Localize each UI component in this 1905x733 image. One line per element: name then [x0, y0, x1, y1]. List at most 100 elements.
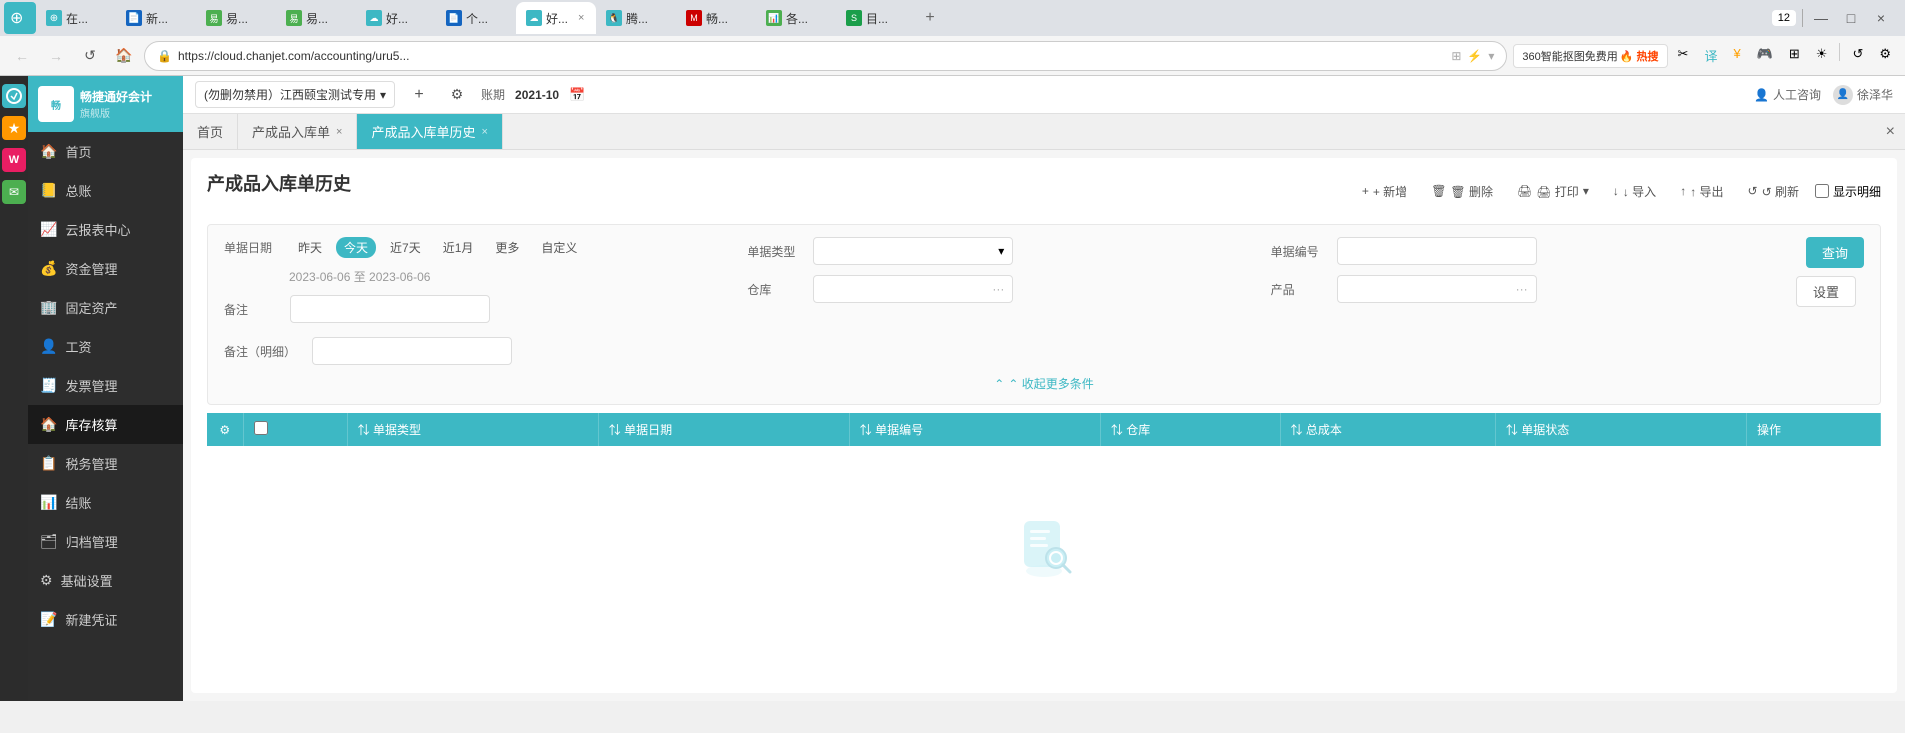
sidebar-item-payroll[interactable]: 👤 工资	[28, 327, 183, 366]
icon-sidebar-weibo[interactable]: W	[2, 148, 26, 172]
show-detail-checkbox[interactable]	[1815, 184, 1829, 198]
tab-yi2[interactable]: 易 易...	[276, 2, 356, 34]
warehouse-select[interactable]: ···	[813, 275, 1013, 303]
icon-sidebar-mail[interactable]: ✉	[2, 180, 26, 204]
game-btn[interactable]: 🎮	[1751, 43, 1779, 68]
query-button[interactable]: 查询	[1806, 237, 1864, 268]
gear-icon: ⚙	[219, 423, 230, 437]
minimize-button[interactable]: —	[1809, 6, 1833, 30]
tab-new[interactable]: 📄 新...	[116, 2, 196, 34]
topbar-settings-btn[interactable]: ⚙	[443, 81, 471, 109]
tab-hao2[interactable]: ☁ 好... ×	[516, 2, 596, 34]
tab-teng[interactable]: 🐧 腾...	[596, 2, 676, 34]
table-header-totalcost[interactable]: ⇅ 总成本	[1280, 413, 1495, 446]
sidebar-item-close-accounts[interactable]: 📊 结账	[28, 483, 183, 522]
user-profile-button[interactable]: 👤 徐泽华	[1833, 85, 1893, 105]
tab-yi1[interactable]: 易 易...	[196, 2, 276, 34]
warehouse-dots[interactable]: ···	[992, 282, 1004, 296]
tab-first[interactable]: ⊕	[4, 2, 36, 34]
breadcrumb-tab-history-close[interactable]: ×	[481, 126, 487, 138]
notedetail-input[interactable]	[312, 337, 512, 365]
breadcrumb-home[interactable]: 首页	[183, 114, 238, 149]
browser-refresh-btn[interactable]: ↺	[1846, 43, 1869, 68]
sun-btn[interactable]: ☀	[1810, 43, 1834, 68]
tab-chang[interactable]: M 畅...	[676, 2, 756, 34]
date-btn-today[interactable]: 今天	[336, 237, 376, 258]
add-company-button[interactable]: +	[405, 81, 433, 109]
sidebar-item-basic[interactable]: ⚙ 基础设置	[28, 561, 183, 600]
tab-mu[interactable]: S 目...	[836, 2, 916, 34]
icon-sidebar-logo[interactable]	[2, 84, 26, 108]
table-header-billnum[interactable]: ⇅ 单据编号	[849, 413, 1100, 446]
tab-ge2[interactable]: 📊 各...	[756, 2, 836, 34]
sidebar-item-archive[interactable]: 🗂 归档管理	[28, 522, 183, 561]
import-button[interactable]: ↓ ↓ 导入	[1605, 179, 1664, 204]
sidebar-item-invoice[interactable]: 🧾 发票管理	[28, 366, 183, 405]
print-dropdown-icon[interactable]: ▾	[1583, 184, 1589, 198]
table-header-gear[interactable]: ⚙	[207, 413, 243, 446]
breadcrumb-tab-list[interactable]: 产成品入库单 ×	[238, 114, 357, 149]
filter-product-row: 产品 ···	[1271, 275, 1774, 303]
table-header-warehouse[interactable]: ⇅ 仓库	[1100, 413, 1280, 446]
ai-consult-button[interactable]: 👤 人工咨询	[1754, 86, 1821, 103]
tab-ge[interactable]: 📄 个...	[436, 2, 516, 34]
table-header-billtype[interactable]: ⇅ 单据类型	[347, 413, 598, 446]
close-button[interactable]: ×	[1869, 6, 1893, 30]
filter-settings-button[interactable]: 设置	[1796, 276, 1856, 307]
search-bar-360[interactable]: 360智能抠图免费用 🔥 热搜	[1513, 44, 1667, 68]
select-all-checkbox[interactable]	[254, 421, 268, 435]
date-btn-custom[interactable]: 自定义	[533, 237, 585, 258]
url-bar[interactable]: 🔒 https://cloud.chanjet.com/accounting/u…	[144, 41, 1507, 71]
browser-settings-btn[interactable]: ⚙	[1873, 43, 1897, 68]
company-selector[interactable]: (勿删勿禁用）江西颐宝测试专用 ▾	[195, 81, 395, 108]
scissors-btn[interactable]: ✂	[1672, 43, 1695, 68]
new-button[interactable]: + + 新增	[1354, 179, 1415, 204]
icon-sidebar-star[interactable]: ★	[2, 116, 26, 140]
forward-button[interactable]: →	[42, 42, 70, 70]
sidebar-item-assets[interactable]: 🏢 固定资产	[28, 288, 183, 327]
export-button[interactable]: ↑ ↑ 导出	[1672, 179, 1731, 204]
back-button[interactable]: ←	[8, 42, 36, 70]
table-header-billdate[interactable]: ⇅ 单据日期	[598, 413, 849, 446]
tab-hao1[interactable]: ☁ 好...	[356, 2, 436, 34]
sidebar-item-tax[interactable]: 📋 税务管理	[28, 444, 183, 483]
refresh-button[interactable]: ↺	[76, 42, 104, 70]
close-side-button[interactable]: ×	[1876, 114, 1905, 149]
table-header-billstatus[interactable]: ⇅ 单据状态	[1495, 413, 1746, 446]
tab-close-active[interactable]: ×	[578, 12, 584, 24]
dropdown-icon[interactable]: ▾	[1488, 49, 1494, 63]
home-button[interactable]: 🏠	[110, 42, 138, 70]
billnum-input[interactable]	[1337, 237, 1537, 265]
data-table: ⚙ ⇅ 单据类型 ⇅ 单据日期	[207, 413, 1881, 446]
date-btn-7days[interactable]: 近7天	[382, 237, 429, 258]
product-select[interactable]: ···	[1337, 275, 1537, 303]
refresh-button[interactable]: ↺ ↺ 刷新	[1740, 179, 1807, 204]
tab-zai[interactable]: ⊕ 在...	[36, 2, 116, 34]
sidebar-item-reports[interactable]: 📈 云报表中心	[28, 210, 183, 249]
date-btn-1month[interactable]: 近1月	[435, 237, 482, 258]
print-button[interactable]: 🖨 🖨 打印 ▾	[1509, 179, 1597, 204]
sidebar-item-funds[interactable]: 💰 资金管理	[28, 249, 183, 288]
note-input[interactable]	[290, 295, 490, 323]
date-btn-more[interactable]: 更多	[487, 237, 527, 258]
product-dots[interactable]: ···	[1516, 282, 1528, 296]
maximize-button[interactable]: □	[1839, 6, 1863, 30]
sidebar-item-newbill[interactable]: 📝 新建凭证	[28, 600, 183, 639]
breadcrumb-tab-list-close[interactable]: ×	[336, 126, 342, 138]
sidebar-item-home[interactable]: 🏠 首页	[28, 132, 183, 171]
ai-consult-icon: 👤	[1754, 88, 1769, 102]
billtype-select[interactable]: ▾	[813, 237, 1013, 265]
delete-button[interactable]: 🗑 🗑 删除	[1423, 179, 1501, 204]
collapse-button[interactable]: ⌃ ⌃ 收起更多条件	[224, 375, 1864, 392]
sidebar-item-ledger[interactable]: 📒 总账	[28, 171, 183, 210]
icon-sidebar: ★ W ✉	[0, 76, 28, 701]
new-tab-button[interactable]: +	[916, 4, 944, 32]
breadcrumb-tab-history[interactable]: 产成品入库单历史 ×	[357, 114, 502, 149]
grid-btn[interactable]: ⊞	[1783, 43, 1806, 68]
translate-btn[interactable]: 译	[1698, 43, 1723, 68]
calendar-icon[interactable]: 📅	[569, 87, 585, 103]
currency-btn[interactable]: ¥	[1727, 43, 1746, 68]
date-btn-yesterday[interactable]: 昨天	[290, 237, 330, 258]
sidebar-item-inventory[interactable]: 🏠 库存核算	[28, 405, 183, 444]
tab-counter[interactable]: 12	[1772, 10, 1796, 26]
